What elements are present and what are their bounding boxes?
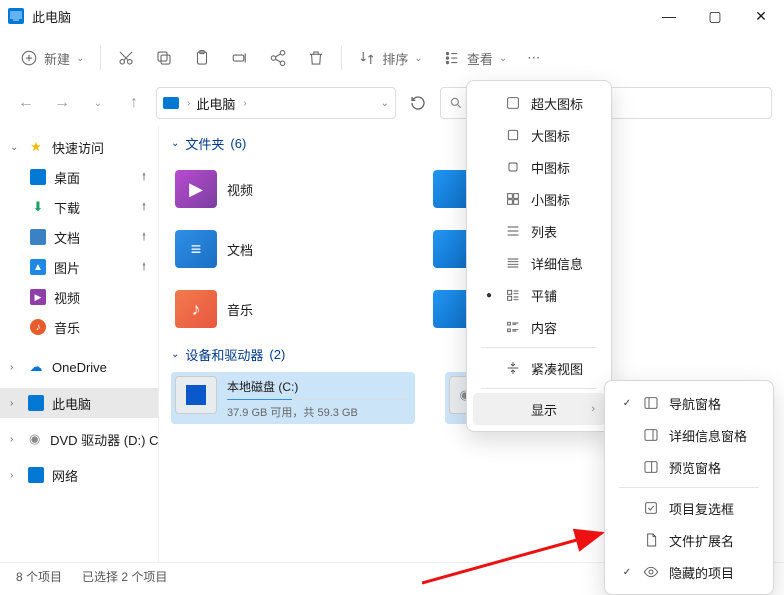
- menu-details[interactable]: 详细信息: [473, 247, 605, 279]
- sidebar-thispc[interactable]: ›此电脑: [0, 388, 158, 418]
- sidebar-videos[interactable]: ▶视频: [0, 282, 158, 312]
- delete-button[interactable]: [299, 41, 333, 75]
- view-button[interactable]: 查看⌄: [435, 41, 515, 75]
- sort-button[interactable]: 排序⌄: [350, 41, 430, 75]
- disc-icon: ◉: [27, 431, 42, 447]
- rename-button[interactable]: [223, 41, 257, 75]
- menu-compact[interactable]: 紧凑视图: [473, 352, 605, 384]
- menu-show[interactable]: 显示›: [473, 393, 605, 425]
- menu-list[interactable]: 列表: [473, 215, 605, 247]
- menu-large-icons[interactable]: 大图标: [473, 119, 605, 151]
- windows-drive-icon: [175, 376, 217, 414]
- more-button[interactable]: ⋯: [519, 41, 548, 75]
- folder-documents[interactable]: ≡文档: [171, 221, 399, 277]
- show-submenu: ✓导航窗格 详细信息窗格 预览窗格 项目复选框 文件扩展名 ✓隐藏的项目: [604, 380, 774, 595]
- sidebar-music[interactable]: ♪音乐: [0, 312, 158, 342]
- recent-button[interactable]: ⌄: [84, 89, 112, 117]
- sidebar-dvd[interactable]: ›◉DVD 驱动器 (D:) CF: [0, 424, 158, 454]
- menu-tiles[interactable]: ●平铺: [473, 279, 605, 311]
- item-count: 8 个项目: [16, 568, 62, 585]
- folder-videos[interactable]: ▶视频: [171, 161, 399, 217]
- drive-c[interactable]: 本地磁盘 (C:) 37.9 GB 可用，共 59.3 GB: [171, 372, 415, 424]
- cut-button[interactable]: [109, 41, 143, 75]
- new-button[interactable]: 新建⌄: [12, 41, 92, 75]
- close-button[interactable]: ✕: [738, 0, 784, 32]
- window-title: 此电脑: [32, 7, 71, 26]
- menu-medium-icons[interactable]: 中图标: [473, 151, 605, 183]
- sidebar-network[interactable]: ›网络: [0, 460, 158, 490]
- search-icon: [449, 96, 463, 110]
- menu-file-extensions[interactable]: 文件扩展名: [611, 524, 767, 556]
- plus-circle-icon: [20, 49, 38, 67]
- music-folder-icon: ♪: [175, 290, 217, 328]
- sidebar-documents[interactable]: 文档: [0, 222, 158, 252]
- menu-item-checkboxes[interactable]: 项目复选框: [611, 492, 767, 524]
- selection-count: 已选择 2 个项目: [82, 568, 167, 585]
- menu-details-pane[interactable]: 详细信息窗格: [611, 419, 767, 451]
- refresh-button[interactable]: [404, 89, 432, 117]
- up-button[interactable]: ↑: [120, 89, 148, 117]
- menu-small-icons[interactable]: 小图标: [473, 183, 605, 215]
- sidebar-downloads[interactable]: ⬇下载: [0, 192, 158, 222]
- forward-button[interactable]: →: [48, 89, 76, 117]
- back-button[interactable]: ←: [12, 89, 40, 117]
- share-button[interactable]: [261, 41, 295, 75]
- address-bar[interactable]: › 此电脑 › ⌄: [156, 87, 396, 119]
- sidebar-quick-access[interactable]: ⌄ ★ 快速访问: [0, 132, 158, 162]
- menu-extra-large-icons[interactable]: 超大图标: [473, 87, 605, 119]
- sidebar-pictures[interactable]: ▲图片: [0, 252, 158, 282]
- video-folder-icon: ▶: [175, 170, 217, 208]
- maximize-button[interactable]: ▢: [692, 0, 738, 32]
- menu-content[interactable]: 内容: [473, 311, 605, 343]
- thispc-icon: [8, 8, 24, 24]
- sidebar: ⌄ ★ 快速访问 桌面 ⬇下载 文档 ▲图片 ▶视频 ♪音乐 ›☁OneDriv…: [0, 126, 159, 562]
- star-icon: ★: [28, 139, 44, 155]
- sidebar-desktop[interactable]: 桌面: [0, 162, 158, 192]
- minimize-button[interactable]: —: [646, 0, 692, 32]
- sidebar-onedrive[interactable]: ›☁OneDrive: [0, 352, 158, 382]
- menu-navigation-pane[interactable]: ✓导航窗格: [611, 387, 767, 419]
- titlebar: 此电脑 — ▢ ✕: [0, 0, 784, 32]
- menu-hidden-items[interactable]: ✓隐藏的项目: [611, 556, 767, 588]
- copy-button[interactable]: [147, 41, 181, 75]
- folder-music[interactable]: ♪音乐: [171, 281, 399, 337]
- nav-row: ← → ⌄ ↑ › 此电脑 › ⌄: [0, 84, 784, 126]
- toolbar: 新建⌄ 排序⌄ 查看⌄ ⋯: [0, 32, 784, 84]
- paste-button[interactable]: [185, 41, 219, 75]
- thispc-icon: [163, 97, 179, 109]
- view-menu: 超大图标 大图标 中图标 小图标 列表 详细信息 ●平铺 内容 紧凑视图 显示›: [466, 80, 612, 432]
- menu-preview-pane[interactable]: 预览窗格: [611, 451, 767, 483]
- doc-folder-icon: ≡: [175, 230, 217, 268]
